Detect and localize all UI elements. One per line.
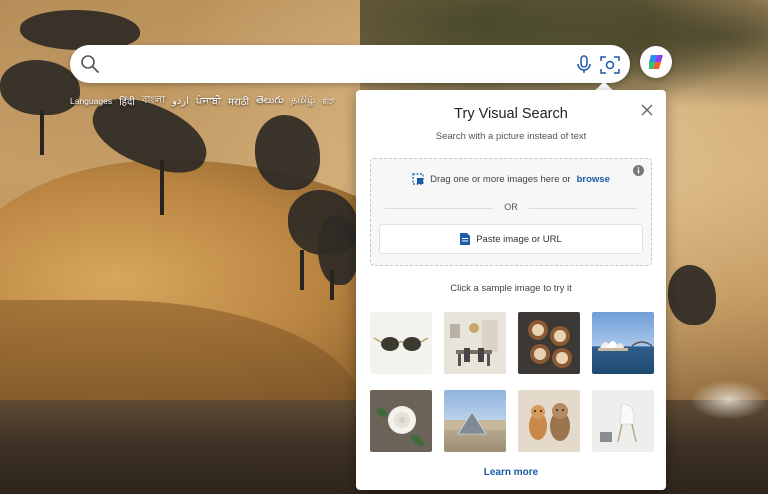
camera-icon[interactable] — [599, 54, 621, 76]
sample-image-sydney-opera-house[interactable] — [592, 312, 654, 374]
wildebeest-leg — [160, 160, 164, 215]
mic-icon[interactable] — [574, 54, 594, 74]
learn-more-link[interactable]: Learn more — [356, 467, 666, 478]
sample-image-dogs[interactable] — [518, 390, 580, 452]
language-link-bengali[interactable]: বাংলা — [142, 93, 165, 110]
wildebeest-leg — [330, 270, 334, 300]
language-link-kannada[interactable]: ಕನ್ — [322, 96, 335, 107]
search-bar[interactable] — [70, 45, 630, 83]
search-icon[interactable] — [80, 54, 100, 74]
paste-image-button[interactable]: Paste image or URL — [379, 224, 643, 254]
drag-instructions: Drag one or more images here or browse — [371, 173, 651, 185]
wildebeest-leg — [40, 110, 44, 155]
wildebeest — [20, 10, 140, 50]
image-dropzone[interactable]: Drag one or more images here or browse O… — [370, 158, 652, 266]
copilot-icon — [648, 55, 663, 69]
background-river-splash — [690, 380, 768, 420]
sample-caption: Click a sample image to try it — [450, 283, 572, 294]
or-divider: OR — [385, 202, 637, 214]
panel-title: Try Visual Search — [454, 106, 568, 122]
sample-image-latte-art[interactable] — [518, 312, 580, 374]
copilot-button[interactable] — [640, 46, 672, 78]
languages-bar: Languages हिंदी বাংলা اردو ਪੰਜਾਬੀ मराठी … — [70, 93, 335, 110]
language-link-marathi[interactable]: मराठी — [228, 94, 249, 108]
visual-search-panel: Try Visual Search Search with a picture … — [356, 90, 666, 490]
sample-image-louvre[interactable] — [444, 390, 506, 452]
language-link-tamil[interactable]: தமிழ் — [291, 95, 315, 107]
browse-link[interactable]: browse — [577, 174, 610, 185]
language-link-urdu[interactable]: اردو — [172, 96, 189, 107]
sample-image-dining-room[interactable] — [444, 312, 506, 374]
drag-text: Drag one or more images here or — [430, 173, 571, 185]
paste-label: Paste image or URL — [476, 233, 562, 245]
languages-label: Languages — [70, 96, 113, 106]
sample-image-white-chair[interactable] — [592, 390, 654, 452]
language-link-hindi[interactable]: हिंदी — [119, 94, 135, 108]
panel-subtitle: Search with a picture instead of text — [435, 131, 587, 142]
sample-image-white-rose[interactable] — [370, 390, 432, 452]
language-link-punjabi[interactable]: ਪੰਜਾਬੀ — [196, 96, 221, 107]
wildebeest-leg — [300, 250, 304, 290]
language-link-telugu[interactable]: తెలుగు — [256, 94, 284, 108]
drag-image-icon — [412, 173, 424, 185]
sample-images-grid — [370, 312, 654, 452]
document-icon — [460, 233, 471, 245]
sample-image-sunglasses[interactable] — [370, 312, 432, 374]
